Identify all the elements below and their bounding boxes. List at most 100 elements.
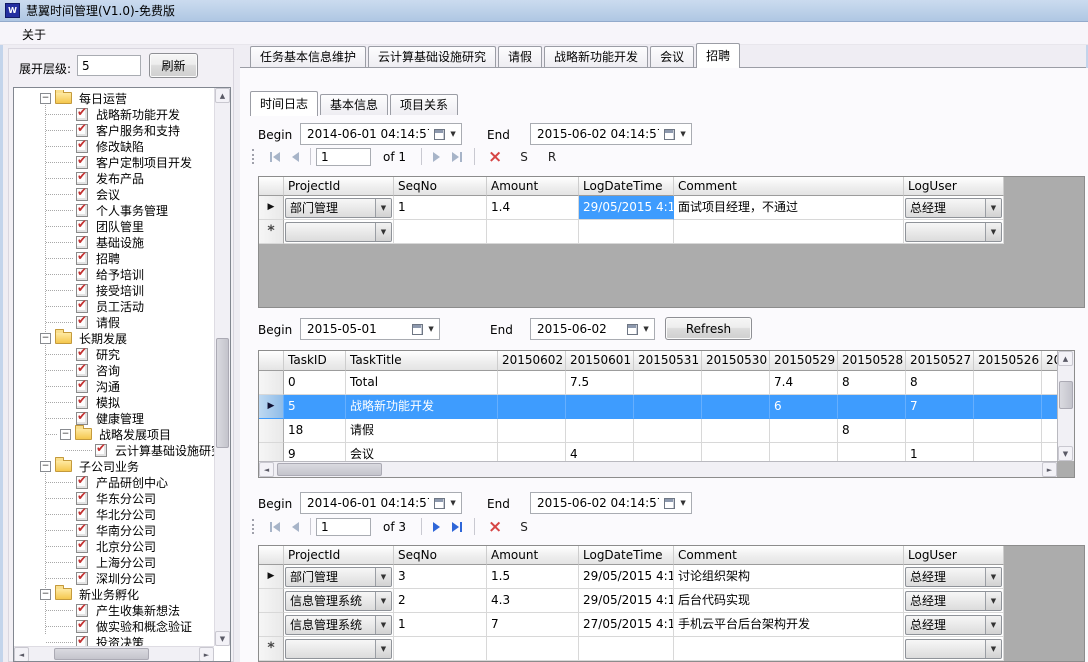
- tree-item-leaf[interactable]: 咨询: [14, 362, 214, 378]
- tree-item-leaf[interactable]: 招聘: [14, 250, 214, 266]
- grid-cell-amount[interactable]: 1.5: [487, 565, 579, 589]
- row-header[interactable]: ▶: [259, 395, 284, 419]
- column-header-ProjectId[interactable]: ProjectId: [284, 177, 394, 196]
- table-row[interactable]: 信息管理系统▼24.329/05/2015 4:11...后台代码实现总经理▼: [259, 589, 1004, 613]
- position-textbox[interactable]: 1: [316, 148, 371, 166]
- grid-cell-logdatetime[interactable]: 29/05/2015 4:16...: [579, 565, 674, 589]
- column-header-SeqNo[interactable]: SeqNo: [394, 546, 487, 565]
- grid-cell-empty[interactable]: [394, 220, 487, 244]
- tree-item-folder[interactable]: −子公司业务: [14, 458, 214, 474]
- toolstrip-grip-icon[interactable]: [252, 149, 256, 164]
- grid-cell-tasktitle[interactable]: Total: [346, 371, 498, 395]
- table-new-row[interactable]: *▼▼: [259, 637, 1004, 661]
- column-header-20150525[interactable]: 20150525: [1042, 351, 1057, 371]
- refresh-tree-button[interactable]: 刷新: [149, 53, 198, 78]
- tree-item-leaf[interactable]: 客户服务和支持: [14, 122, 214, 138]
- position-textbox[interactable]: 1: [316, 518, 371, 536]
- column-header-Comment[interactable]: Comment: [674, 546, 904, 565]
- grid-cell-hours[interactable]: [1042, 419, 1057, 443]
- row-header[interactable]: [259, 443, 284, 461]
- scrollbar-thumb[interactable]: [216, 338, 229, 448]
- end-datepicker-2[interactable]: 2015-06-02 ▼: [530, 318, 655, 340]
- column-header-LogDateTime[interactable]: LogDateTime: [579, 546, 674, 565]
- combo-box[interactable]: 总经理▼: [905, 198, 1002, 218]
- grid-cell-hours[interactable]: [702, 395, 770, 419]
- column-header-TaskTitle[interactable]: TaskTitle: [346, 351, 498, 371]
- begin-datetimepicker-3[interactable]: 2014-06-01 04:14:57 ▼: [300, 492, 462, 514]
- combo-box[interactable]: 信息管理系统▼: [285, 615, 392, 635]
- tree-item-leaf[interactable]: 深圳分公司: [14, 570, 214, 586]
- grid-cell-hours[interactable]: [634, 395, 702, 419]
- grid-cell-hours[interactable]: [906, 419, 974, 443]
- tree-item-leaf[interactable]: 华北分公司: [14, 506, 214, 522]
- grid-cell-hours[interactable]: 8: [906, 371, 974, 395]
- column-header-20150527[interactable]: 20150527: [906, 351, 974, 371]
- tab-云计算基础设施研究[interactable]: 云计算基础设施研究: [368, 46, 496, 67]
- expand-level-input[interactable]: [77, 55, 141, 76]
- grid-cell-logdatetime[interactable]: 29/05/2015 4:15...: [579, 196, 674, 220]
- scroll-right-icon[interactable]: ►: [1042, 462, 1057, 477]
- column-header-20150601[interactable]: 20150601: [566, 351, 634, 371]
- grid-cell-logdatetime[interactable]: 29/05/2015 4:11...: [579, 589, 674, 613]
- table-row[interactable]: 18请假8: [259, 419, 1057, 443]
- table-new-row[interactable]: *▼▼: [259, 220, 1004, 244]
- move-previous-button[interactable]: [292, 522, 299, 532]
- combo-dropdown-button[interactable]: ▼: [985, 616, 1001, 634]
- tree-item-leaf[interactable]: 做实验和概念验证: [14, 618, 214, 634]
- tree-item-leaf[interactable]: 华东分公司: [14, 490, 214, 506]
- grid-cell-hours[interactable]: [974, 395, 1042, 419]
- calendar-dropdown-button[interactable]: ▼: [659, 124, 691, 144]
- row-header[interactable]: ▶: [259, 565, 284, 589]
- save-button[interactable]: S: [520, 520, 528, 534]
- combo-box[interactable]: 信息管理系统▼: [285, 591, 392, 611]
- combo-dropdown-button[interactable]: ▼: [985, 199, 1001, 217]
- move-next-button[interactable]: [433, 522, 440, 532]
- grid-cell-hours[interactable]: [770, 419, 838, 443]
- grid-cell-hours[interactable]: [702, 371, 770, 395]
- row-header[interactable]: [259, 613, 284, 637]
- subtab-基本信息[interactable]: 基本信息: [320, 94, 388, 115]
- save-button[interactable]: S: [520, 150, 528, 164]
- grid-cell-combo[interactable]: 总经理▼: [904, 565, 1004, 589]
- table-row[interactable]: ▶5战略新功能开发67: [259, 395, 1057, 419]
- grid-cell-combo[interactable]: 总经理▼: [904, 196, 1004, 220]
- tree-item-leaf[interactable]: 模拟: [14, 394, 214, 410]
- grid-cell-hours[interactable]: 7.5: [566, 371, 634, 395]
- combo-dropdown-button[interactable]: ▼: [375, 568, 391, 586]
- grid-cell-hours[interactable]: 7.4: [770, 371, 838, 395]
- calendar-dropdown-button[interactable]: ▼: [659, 493, 691, 513]
- tree-item-leaf[interactable]: 北京分公司: [14, 538, 214, 554]
- tree-item-leaf[interactable]: 产品研创中心: [14, 474, 214, 490]
- tree-collapse-icon[interactable]: −: [40, 461, 51, 472]
- grid-cell-taskid[interactable]: 5: [284, 395, 346, 419]
- scroll-left-icon[interactable]: ◄: [259, 462, 274, 477]
- tree-item-leaf[interactable]: 上海分公司: [14, 554, 214, 570]
- end-datetimepicker-1[interactable]: 2015-06-02 04:14:57 ▼: [530, 123, 692, 145]
- grid-cell-taskid[interactable]: 0: [284, 371, 346, 395]
- summary-horizontal-scrollbar[interactable]: ◄ ►: [259, 461, 1057, 477]
- grid-cell-amount[interactable]: 1.4: [487, 196, 579, 220]
- tree-item-leaf[interactable]: 基础设施: [14, 234, 214, 250]
- grid-cell-hours[interactable]: 7: [906, 395, 974, 419]
- grid-cell-hours[interactable]: 8: [838, 419, 906, 443]
- new-row-header[interactable]: *: [259, 637, 284, 661]
- grid-cell-empty[interactable]: [579, 637, 674, 661]
- grid-cell-seqno[interactable]: 2: [394, 589, 487, 613]
- move-next-button[interactable]: [433, 152, 440, 162]
- grid-cell-seqno[interactable]: 1: [394, 613, 487, 637]
- scroll-left-icon[interactable]: ◄: [14, 647, 29, 662]
- tree-collapse-icon[interactable]: −: [40, 93, 51, 104]
- grid-cell-combo[interactable]: ▼: [904, 220, 1004, 244]
- move-last-button[interactable]: [452, 522, 463, 532]
- table-row[interactable]: ▶部门管理▼11.429/05/2015 4:15...面试项目经理，不通过总经…: [259, 196, 1004, 220]
- grid-cell-hours[interactable]: [498, 419, 566, 443]
- tree-collapse-icon[interactable]: −: [60, 429, 71, 440]
- grid-cell-seqno[interactable]: 1: [394, 196, 487, 220]
- subtab-时间日志[interactable]: 时间日志: [250, 91, 318, 116]
- move-first-button[interactable]: [269, 152, 280, 162]
- combo-dropdown-button[interactable]: ▼: [375, 223, 391, 241]
- grid-cell-combo[interactable]: 信息管理系统▼: [284, 613, 394, 637]
- combo-box[interactable]: ▼: [905, 639, 1002, 659]
- grid-cell-comment[interactable]: 面试项目经理，不通过: [674, 196, 904, 220]
- grid-cell-logdatetime[interactable]: 27/05/2015 4:10...: [579, 613, 674, 637]
